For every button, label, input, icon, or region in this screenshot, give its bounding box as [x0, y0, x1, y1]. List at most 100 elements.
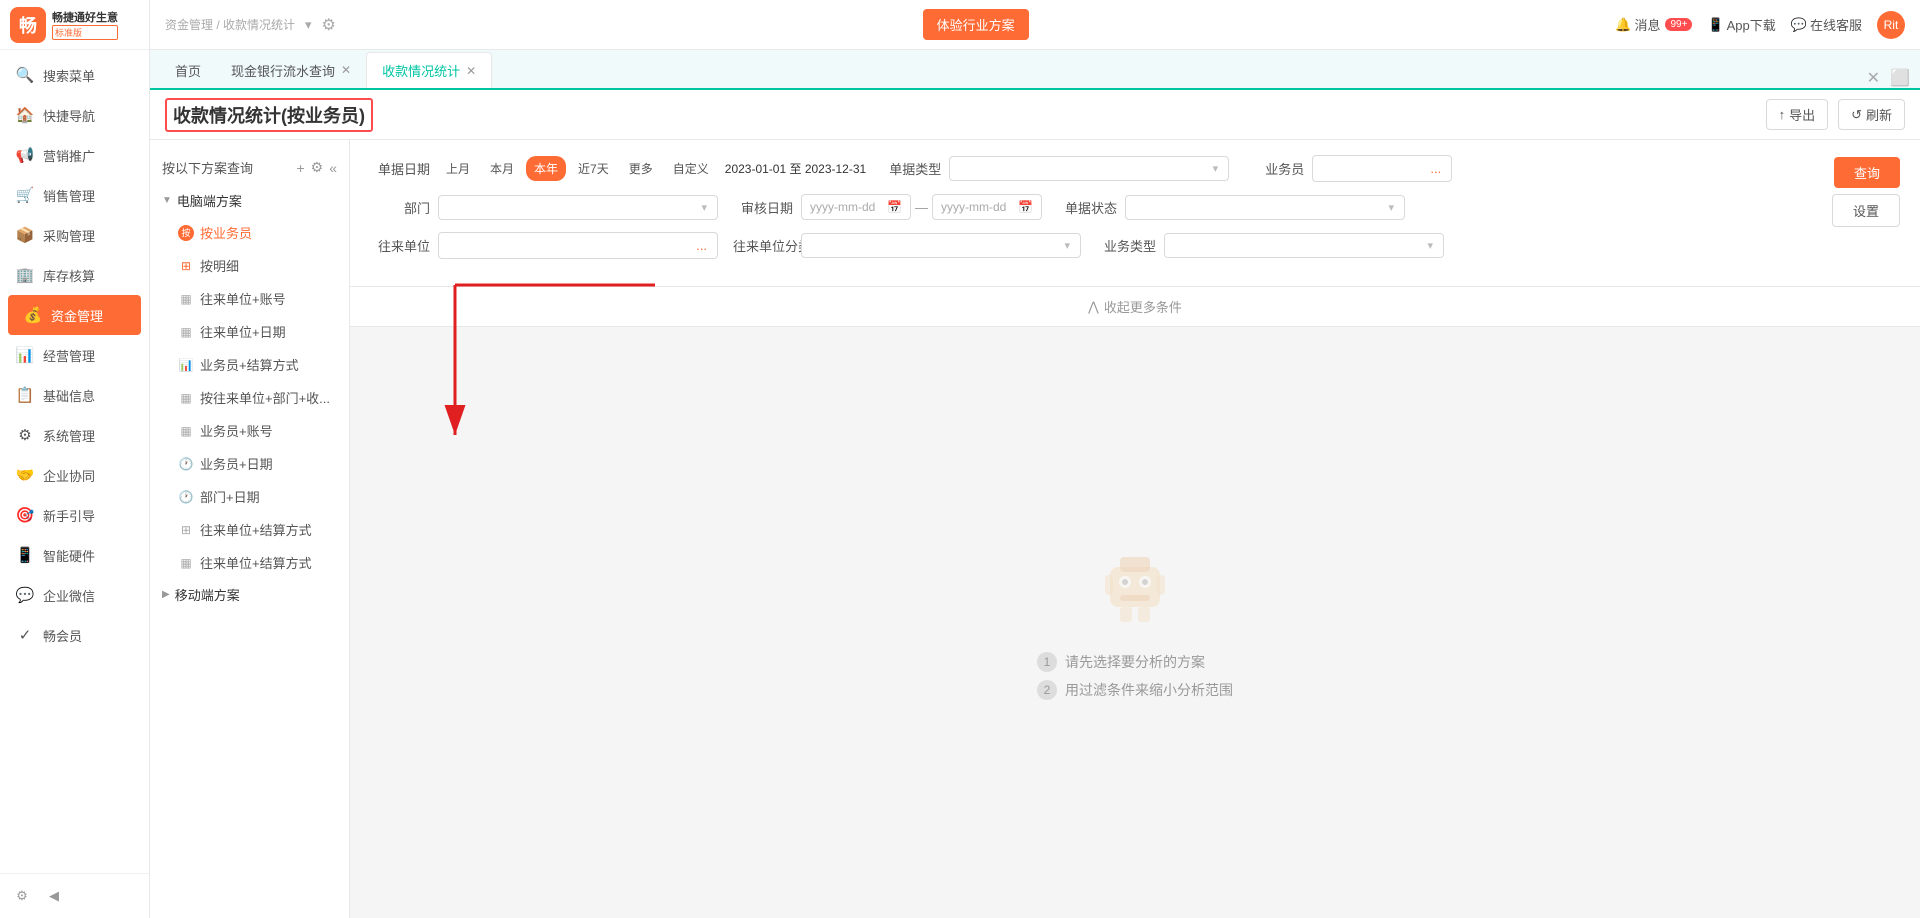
salesperson-active-icon: 按	[178, 225, 194, 241]
export-icon: ↑	[1779, 107, 1786, 122]
scheme-settings-icon[interactable]: ⚙	[311, 159, 324, 176]
sidebar-item-member[interactable]: ✓ 畅会员	[0, 615, 149, 655]
dept-chevron: ▾	[701, 201, 707, 214]
right-content: 单据日期 上月 本月 本年 近7天 更多 自定义	[350, 140, 1920, 918]
member-icon: ✓	[15, 625, 35, 645]
partner-input[interactable]: ...	[438, 232, 718, 259]
sidebar-item-sales[interactable]: 🛒 销售管理	[0, 175, 149, 215]
dropdown-arrow[interactable]: ▾	[305, 17, 312, 33]
sidebar-item-hardware[interactable]: 📱 智能硬件	[0, 535, 149, 575]
scheme-item-by-salesperson-account[interactable]: ▦ 业务员+账号	[150, 414, 349, 447]
scheme-item-by-salesperson-date[interactable]: 🕐 业务员+日期	[150, 447, 349, 480]
sidebar-item-operation[interactable]: 📊 经营管理	[0, 335, 149, 375]
date-btn-this-month[interactable]: 本月	[482, 156, 522, 181]
sidebar-item-purchase[interactable]: 📦 采购管理	[0, 215, 149, 255]
desktop-group-title[interactable]: ▼ 电脑端方案	[150, 185, 349, 216]
sidebar-settings-icon[interactable]: ⚙	[10, 884, 34, 908]
scheme-item-by-unit-account[interactable]: ▦ 往来单位+账号	[150, 282, 349, 315]
sidebar-item-finance[interactable]: 💰 资金管理	[8, 295, 141, 335]
mobile-group-title[interactable]: ▶ 移动端方案	[150, 579, 349, 610]
window-close-icon[interactable]: ✕	[1867, 68, 1880, 88]
scheme-item-by-unit-calc2[interactable]: ▦ 往来单位+结算方式	[150, 546, 349, 579]
empty-step-1: 1 请先选择要分析的方案	[1037, 652, 1233, 672]
scheme-item-by-unit-dept[interactable]: ▦ 按往来单位+部门+收...	[150, 381, 349, 414]
salesperson-more-icon[interactable]: ...	[1430, 161, 1441, 176]
date-label: 单据日期	[370, 159, 430, 178]
date-btn-custom[interactable]: 自定义	[665, 156, 717, 181]
doc-type-label: 单据类型	[881, 159, 941, 178]
scheme-item-by-salesperson[interactable]: 按 按业务员	[150, 216, 349, 249]
doc-status-label: 单据状态	[1057, 198, 1117, 217]
business-type-label: 业务类型	[1096, 236, 1156, 255]
tab-home[interactable]: 首页	[160, 52, 216, 88]
sidebar-item-inventory[interactable]: 🏢 库存核算	[0, 255, 149, 295]
sidebar-item-marketing[interactable]: 📢 营销推广	[0, 135, 149, 175]
partner-category-select[interactable]: ▾	[801, 233, 1081, 258]
sidebar-item-system[interactable]: ⚙ 系统管理	[0, 415, 149, 455]
refresh-button[interactable]: ↺ 刷新	[1838, 99, 1905, 130]
header-gear-icon[interactable]: ⚙	[322, 15, 336, 35]
doc-type-select[interactable]: ▾	[949, 156, 1229, 181]
date-btn-more[interactable]: 更多	[621, 156, 661, 181]
date-btn-7days[interactable]: 近7天	[570, 156, 617, 181]
export-button[interactable]: ↑ 导出	[1766, 99, 1829, 130]
action-buttons: 查询 设置	[1832, 155, 1900, 227]
add-scheme-icon[interactable]: +	[296, 160, 304, 176]
empty-state: 1 请先选择要分析的方案 2 用过滤条件来缩小分析范围	[1037, 537, 1233, 708]
customer-service-area[interactable]: 💬 在线客服	[1791, 15, 1862, 34]
calendar-from-icon: 📅	[887, 200, 902, 214]
scheme-item-by-detail[interactable]: ⊞ 按明细	[150, 249, 349, 282]
tab-receipt-stat-close[interactable]: ✕	[466, 64, 476, 78]
title-actions: ↑ 导出 ↺ 刷新	[1766, 99, 1905, 130]
salesperson-input[interactable]: ...	[1312, 155, 1452, 182]
hardware-icon: 📱	[15, 545, 35, 565]
sidebar-item-search[interactable]: 🔍 搜索菜单	[0, 55, 149, 95]
notification-label: 消息	[1634, 15, 1660, 34]
query-button[interactable]: 查询	[1834, 157, 1900, 188]
app-download-area[interactable]: 📱 App下载	[1707, 15, 1775, 34]
date-btn-last-month[interactable]: 上月	[438, 156, 478, 181]
sidebar-item-cooperation[interactable]: 🤝 企业协同	[0, 455, 149, 495]
review-date-to-input[interactable]: yyyy-mm-dd 📅	[932, 194, 1042, 220]
panel-header-icons: + ⚙ «	[296, 159, 337, 176]
sidebar-item-guide[interactable]: 🎯 新手引导	[0, 495, 149, 535]
tab-receipt-stat[interactable]: 收款情况统计 ✕	[366, 52, 492, 88]
doc-status-select[interactable]: ▾	[1125, 195, 1405, 220]
partner-category-label: 往来单位分类	[733, 236, 793, 255]
filter-row-1: 单据日期 上月 本月 本年 近7天 更多 自定义	[370, 155, 1822, 182]
date-btn-this-year[interactable]: 本年	[526, 156, 566, 181]
date-filter-item: 单据日期 上月 本月 本年 近7天 更多 自定义	[370, 156, 866, 181]
dept-select[interactable]: ▾	[438, 195, 718, 220]
salesperson-date-icon: 🕐	[178, 456, 194, 472]
scheme-item-by-dept-date[interactable]: 🕐 部门+日期	[150, 480, 349, 513]
review-date-from-input[interactable]: yyyy-mm-dd 📅	[801, 194, 911, 220]
service-icon: 💬	[1791, 17, 1807, 33]
tab-bank-flow[interactable]: 现金银行流水查询 ✕	[216, 52, 366, 88]
user-avatar[interactable]: Rit	[1877, 11, 1905, 39]
scheme-item-by-unit-date[interactable]: ▦ 往来单位+日期	[150, 315, 349, 348]
logo-title: 畅捷通好生意	[52, 9, 118, 25]
window-maximize-icon[interactable]: ⬜	[1890, 68, 1910, 88]
business-type-select[interactable]: ▾	[1164, 233, 1444, 258]
page-title: 收款情况统计(按业务员)	[165, 98, 373, 132]
scheme-item-by-salesperson-calc[interactable]: 📊 业务员+结算方式	[150, 348, 349, 381]
notification-area[interactable]: 🔔 消息 99+	[1615, 15, 1692, 34]
collapse-bar[interactable]: ⋀ 收起更多条件	[350, 287, 1920, 327]
partner-more-icon[interactable]: ...	[696, 238, 707, 253]
desktop-group-label: 电脑端方案	[177, 191, 242, 210]
trial-button[interactable]: 体验行业方案	[923, 9, 1029, 40]
doc-status-chevron: ▾	[1388, 201, 1394, 214]
scheme-item-by-unit-calc1[interactable]: ⊞ 往来单位+结算方式	[150, 513, 349, 546]
logo-badge: 标准版	[52, 25, 118, 40]
unit-date-icon: ▦	[178, 324, 194, 340]
logo-icon: 畅	[10, 7, 46, 43]
header-icons: 🔔 消息 99+ 📱 App下载 💬 在线客服 Rit	[1615, 11, 1905, 39]
filter-settings-button[interactable]: 设置	[1832, 194, 1900, 227]
doc-type-chevron: ▾	[1213, 162, 1219, 175]
tab-bank-flow-close[interactable]: ✕	[341, 63, 351, 77]
sidebar-collapse-icon[interactable]: ◀	[42, 884, 66, 908]
panel-collapse-icon[interactable]: «	[329, 160, 337, 176]
sidebar-item-basic-info[interactable]: 📋 基础信息	[0, 375, 149, 415]
sidebar-item-quick-nav[interactable]: 🏠 快捷导航	[0, 95, 149, 135]
sidebar-item-wechat[interactable]: 💬 企业微信	[0, 575, 149, 615]
